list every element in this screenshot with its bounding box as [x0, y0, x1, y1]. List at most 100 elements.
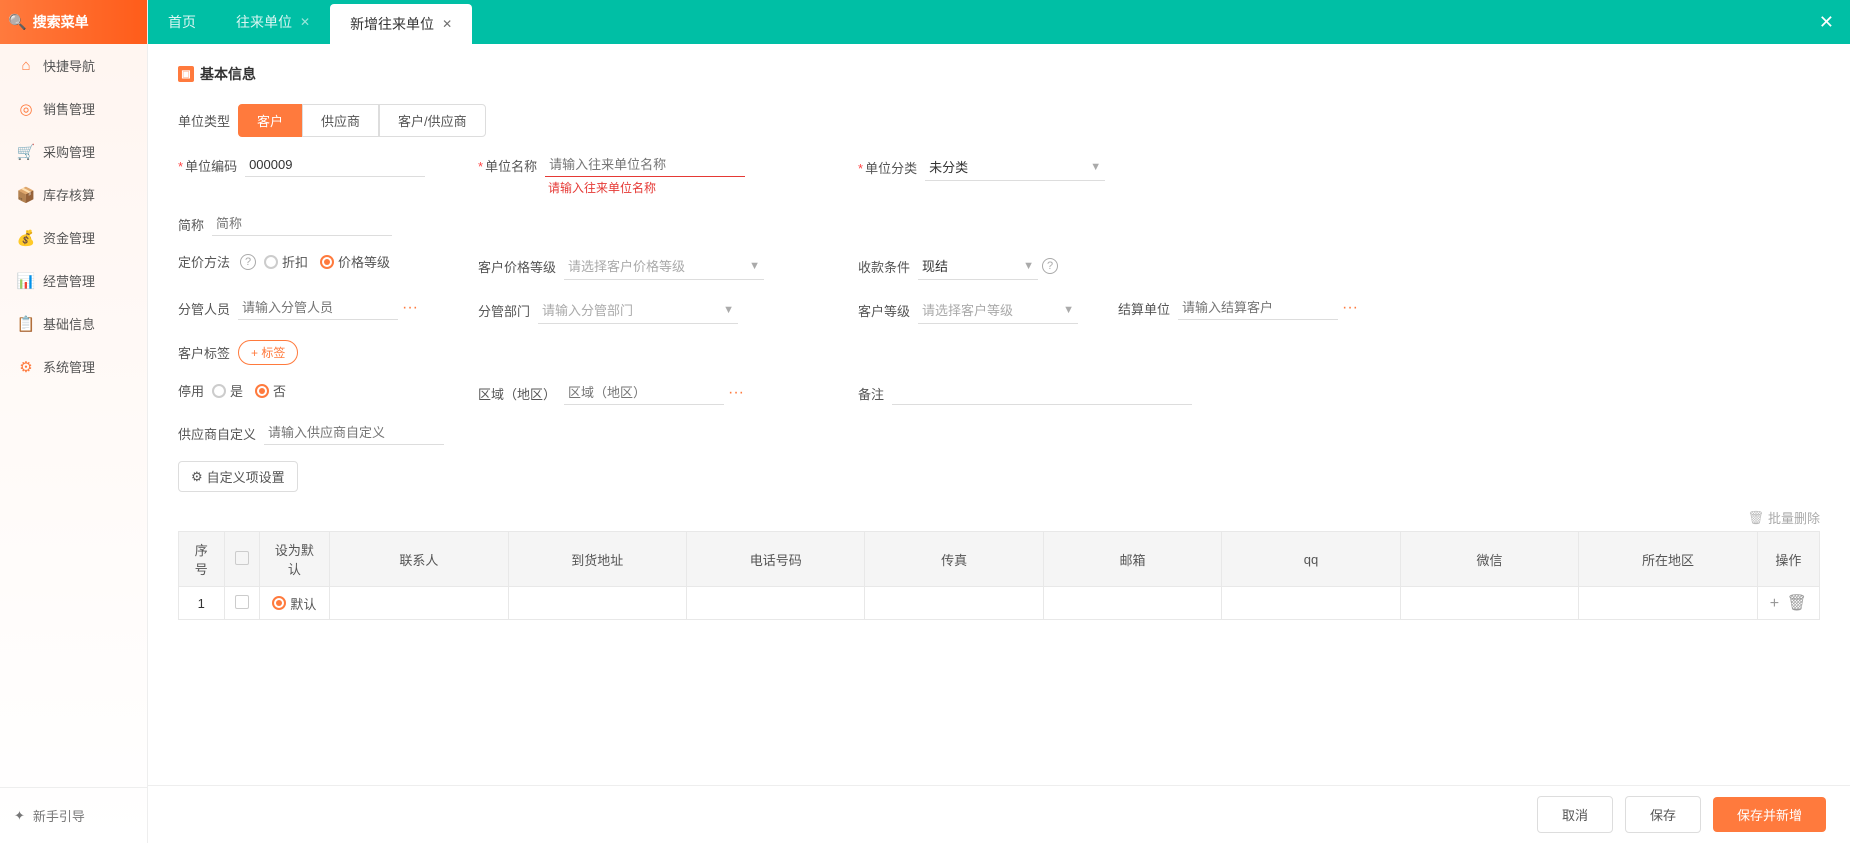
- row-email[interactable]: [1043, 587, 1221, 620]
- window-close-button[interactable]: ✕: [1803, 0, 1850, 44]
- row-address-input[interactable]: [519, 596, 676, 611]
- guide-icon: ✦: [14, 808, 25, 824]
- sidebar-item-label: 新手引导: [33, 806, 85, 825]
- pricing-help-icon[interactable]: ?: [240, 254, 256, 270]
- payment-terms-field: 收款条件 现结 ▼ ?: [858, 252, 1058, 280]
- tab-partners-close[interactable]: ✕: [300, 15, 310, 29]
- sidebar-item-purchase[interactable]: 🛒 采购管理: [0, 130, 147, 173]
- sidebar-item-quick-nav[interactable]: ⌂ 快捷导航: [0, 44, 147, 87]
- row-region[interactable]: [1579, 587, 1757, 620]
- row-phone[interactable]: [686, 587, 864, 620]
- row-wechat-input[interactable]: [1411, 596, 1568, 611]
- row-region-input[interactable]: [1589, 596, 1746, 611]
- search-icon: 🔍: [8, 13, 27, 31]
- row-delete-btn[interactable]: 🗑: [1785, 593, 1809, 613]
- unit-category-select[interactable]: 未分类 ▼: [925, 153, 1105, 181]
- tab-home[interactable]: 首页: [148, 0, 216, 44]
- col-contact: 联系人: [330, 532, 508, 587]
- row-default-circle: [272, 596, 286, 610]
- unit-name-input[interactable]: [545, 153, 745, 177]
- row-checkbox[interactable]: [224, 587, 259, 620]
- unit-type-both-btn[interactable]: 客户/供应商: [379, 104, 486, 137]
- customer-level-field: 客户等级 请选择客户等级 ▼: [858, 296, 1118, 324]
- manager-input[interactable]: [238, 296, 398, 320]
- sidebar-item-label: 库存核算: [43, 185, 95, 204]
- short-name-input[interactable]: [212, 212, 392, 236]
- row-address[interactable]: [508, 587, 686, 620]
- row-phone-input[interactable]: [697, 596, 854, 611]
- row-fax-input[interactable]: [875, 596, 1032, 611]
- unit-type-field: 单位类型 客户 供应商 客户/供应商: [178, 104, 486, 137]
- pricing-discount-radio[interactable]: 折扣: [264, 252, 308, 271]
- code-name-category-row: 单位编码 单位名称 请输入往来单位名称 单位分类 未分类 ▼: [178, 153, 1820, 196]
- cancel-button[interactable]: 取消: [1537, 796, 1613, 833]
- unit-code-input[interactable]: [245, 153, 425, 177]
- settlement-unit-input[interactable]: [1178, 296, 1338, 320]
- sidebar-bottom: ✦ 新手引导: [0, 787, 147, 843]
- customer-price-level-select[interactable]: 请选择客户价格等级 ▼: [564, 252, 764, 280]
- purchase-icon: 🛒: [17, 143, 35, 161]
- disabled-yes-radio[interactable]: 是: [212, 381, 243, 400]
- add-tag-button[interactable]: + 标签: [238, 340, 298, 365]
- quick-nav-icon: ⌂: [17, 57, 35, 75]
- department-field: 分管部门 请输入分管部门 ▼: [478, 296, 858, 324]
- region-more-btn[interactable]: ···: [728, 384, 744, 402]
- row-contact-input[interactable]: [340, 596, 497, 611]
- col-region: 所在地区: [1579, 532, 1757, 587]
- sidebar-item-sales[interactable]: ◎ 销售管理: [0, 87, 147, 130]
- row-wechat[interactable]: [1400, 587, 1578, 620]
- disabled-no-radio[interactable]: 否: [255, 381, 286, 400]
- disabled-radio-group: 是 否: [212, 381, 286, 400]
- section-title-text: 基本信息: [200, 64, 256, 84]
- pricing-level-radio[interactable]: 价格等级: [320, 252, 390, 271]
- tab-new-partner[interactable]: 新增往来单位 ✕: [330, 4, 472, 44]
- sidebar-item-guide[interactable]: ✦ 新手引导: [0, 796, 147, 835]
- customer-tag-row: 客户标签 + 标签: [178, 340, 1820, 365]
- row-qq[interactable]: [1222, 587, 1401, 620]
- row-default-radio[interactable]: 默认: [270, 594, 320, 613]
- row-contact[interactable]: [330, 587, 508, 620]
- search-menu-button[interactable]: 🔍 搜索菜单: [0, 0, 147, 44]
- settlement-unit-more-btn[interactable]: ···: [1342, 299, 1358, 317]
- unit-name-field: 单位名称 请输入往来单位名称: [478, 153, 858, 196]
- unit-type-customer-btn[interactable]: 客户: [238, 104, 302, 137]
- payment-terms-value: 现结: [922, 256, 1019, 275]
- row-add-btn[interactable]: +: [1768, 595, 1781, 613]
- col-checkbox[interactable]: [224, 532, 259, 587]
- customer-price-level-label: 客户价格等级: [478, 257, 556, 276]
- batch-delete-label[interactable]: 批量删除: [1768, 508, 1820, 527]
- remark-input[interactable]: [892, 381, 1192, 405]
- tab-new-partner-close[interactable]: ✕: [442, 17, 452, 31]
- row-fax[interactable]: [865, 587, 1043, 620]
- tab-partners[interactable]: 往来单位 ✕: [216, 0, 330, 44]
- pricing-level-circle: [320, 255, 334, 269]
- row-email-input[interactable]: [1054, 596, 1211, 611]
- sidebar-item-system[interactable]: ⚙ 系统管理: [0, 345, 147, 388]
- region-field: 区域（地区） ···: [478, 381, 858, 405]
- inventory-icon: 📦: [17, 186, 35, 204]
- sidebar-item-label: 资金管理: [43, 228, 95, 247]
- payment-help-icon[interactable]: ?: [1042, 258, 1058, 274]
- custom-settings-button[interactable]: ⚙ 自定义项设置: [178, 461, 298, 492]
- region-input[interactable]: [564, 381, 724, 405]
- manager-more-btn[interactable]: ···: [402, 299, 418, 317]
- unit-code-label: 单位编码: [178, 156, 237, 175]
- sidebar-item-finance[interactable]: 💰 资金管理: [0, 216, 147, 259]
- unit-type-supplier-btn[interactable]: 供应商: [302, 104, 379, 137]
- unit-type-group: 客户 供应商 客户/供应商: [238, 104, 486, 137]
- sidebar-item-base-info[interactable]: 📋 基础信息: [0, 302, 147, 345]
- customer-level-select[interactable]: 请选择客户等级 ▼: [918, 296, 1078, 324]
- manager-field: 分管人员 ···: [178, 296, 478, 320]
- row-qq-input[interactable]: [1232, 596, 1390, 611]
- supplier-custom-input[interactable]: [264, 421, 444, 445]
- customer-level-placeholder: 请选择客户等级: [922, 300, 1059, 319]
- department-select[interactable]: 请输入分管部门 ▼: [538, 296, 738, 324]
- payment-terms-select[interactable]: 现结 ▼: [918, 252, 1038, 280]
- sidebar-item-operations[interactable]: 📊 经营管理: [0, 259, 147, 302]
- customer-level-label: 客户等级: [858, 301, 910, 320]
- save-button[interactable]: 保存: [1625, 796, 1701, 833]
- sidebar-item-inventory[interactable]: 📦 库存核算: [0, 173, 147, 216]
- disabled-field: 停用 是 否: [178, 381, 478, 400]
- save-new-button[interactable]: 保存并新增: [1713, 797, 1826, 832]
- tab-bar: 首页 往来单位 ✕ 新增往来单位 ✕ ✕: [148, 0, 1850, 44]
